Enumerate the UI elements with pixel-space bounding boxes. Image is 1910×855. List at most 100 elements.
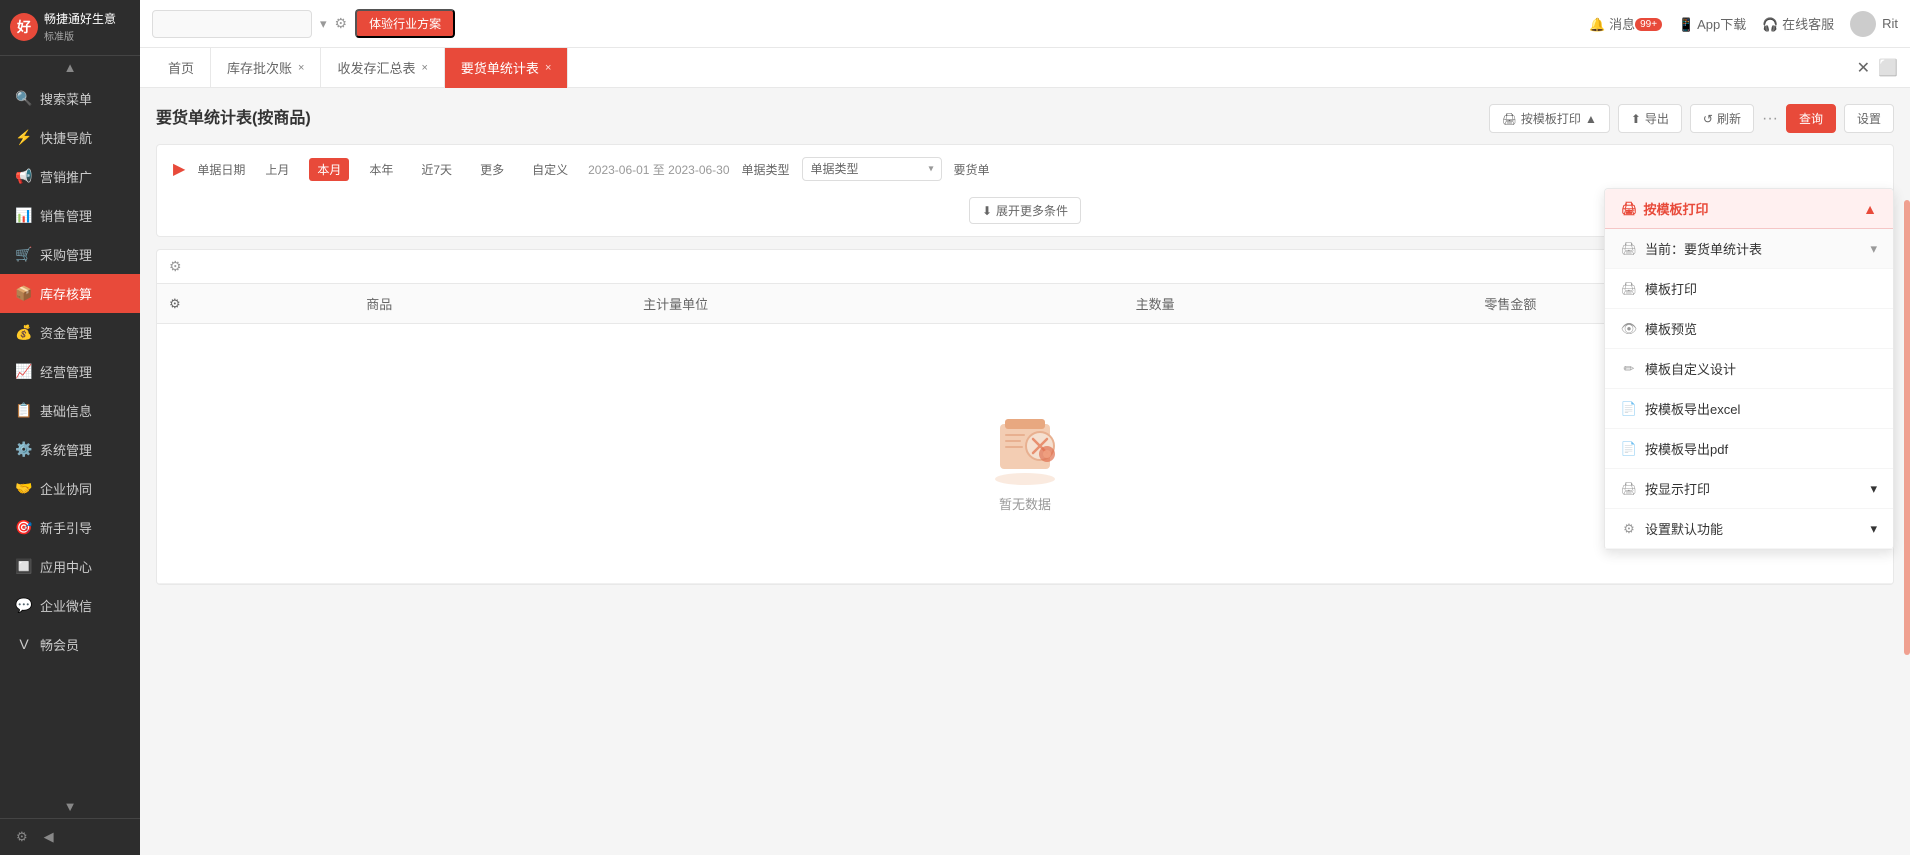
- user-name: Rit: [1882, 16, 1898, 31]
- dropdown-set-default[interactable]: ⚙ 设置默认功能 ▾: [1605, 509, 1893, 549]
- app-download-button[interactable]: 📱 App下载: [1678, 14, 1746, 33]
- date-this-month-btn[interactable]: 本月: [309, 158, 349, 181]
- purchase-icon: 🛒: [16, 246, 32, 262]
- table-settings-icon[interactable]: ⚙: [169, 258, 182, 275]
- date-last-month-btn[interactable]: 上月: [257, 158, 297, 181]
- topbar-search-input[interactable]: [152, 10, 312, 38]
- template-print-dropdown: 🖨 按模板打印 ▲ 🖨 当前：要货单统计表 ▾ 🖨 模板打印 👁 模板预览: [1604, 188, 1894, 550]
- tab-close-inventory-batch[interactable]: ×: [298, 62, 304, 74]
- action-bar: 🖨 按模板打印 ▲ ⬆ 导出 ↺ 刷新 ··· 查询 设置: [1489, 104, 1894, 133]
- display-print-icon: 🖨: [1621, 481, 1637, 497]
- date-this-year-btn[interactable]: 本年: [361, 158, 401, 181]
- sidebar-nav: 🔍 搜索菜单 ⚡ 快捷导航 📢 营销推广 📊 销售管理 🛒 采购管理 📦 库存核…: [0, 79, 140, 795]
- sidebar-bottom: ⚙ ◀: [0, 818, 140, 855]
- tab-home[interactable]: 首页: [152, 48, 211, 88]
- sidebar-item-vip[interactable]: V 畅会员: [0, 625, 140, 664]
- marketing-icon: 📢: [16, 168, 32, 184]
- tab-close-order-stats[interactable]: ×: [545, 62, 551, 74]
- sidebar-item-quick-nav[interactable]: ⚡ 快捷导航: [0, 118, 140, 157]
- template-preview-icon: 👁: [1621, 321, 1637, 337]
- filter-expand-icon[interactable]: ▶: [173, 159, 185, 179]
- messages-button[interactable]: 🔔 消息99+: [1589, 14, 1662, 33]
- operations-icon: 📈: [16, 363, 32, 379]
- window-maximize-icon[interactable]: ⬜: [1878, 58, 1898, 78]
- doc-type-select[interactable]: 单据类型: [802, 157, 942, 181]
- logo-icon: 好: [10, 13, 38, 41]
- topbar: ▾ ⚙ 体验行业方案 🔔 消息99+ 📱 App下载 🎧 在线客服 Rit: [140, 0, 1910, 48]
- sidebar-scroll-up[interactable]: ▲: [0, 56, 140, 79]
- topbar-dropdown-arrow[interactable]: ▾: [320, 16, 327, 32]
- template-print-button[interactable]: 🖨 按模板打印 ▲: [1489, 104, 1610, 133]
- template-design-icon: ✏: [1621, 361, 1637, 377]
- sidebar-item-basic-info[interactable]: 📋 基础信息: [0, 391, 140, 430]
- export-button[interactable]: ⬆ 导出: [1618, 104, 1682, 133]
- sidebar-item-app-center[interactable]: 🔲 应用中心: [0, 547, 140, 586]
- order-type-label: 要货单: [954, 161, 990, 178]
- empty-text: 暂无数据: [999, 494, 1051, 513]
- window-controls: ✕ ⬜: [1857, 58, 1898, 78]
- date-more-btn[interactable]: 更多: [472, 158, 512, 181]
- col-unit: 主计量单位: [631, 284, 1124, 324]
- sidebar-item-purchase[interactable]: 🛒 采购管理: [0, 235, 140, 274]
- refresh-button[interactable]: ↺ 刷新: [1690, 104, 1754, 133]
- date-custom-btn[interactable]: 自定义: [524, 158, 576, 181]
- date-7days-btn[interactable]: 近7天: [413, 158, 460, 181]
- sidebar-item-search[interactable]: 🔍 搜索菜单: [0, 79, 140, 118]
- dropdown-template-preview[interactable]: 👁 模板预览: [1605, 309, 1893, 349]
- sidebar-item-sales[interactable]: 📊 销售管理: [0, 196, 140, 235]
- finance-icon: 💰: [16, 324, 32, 340]
- sidebar-collapse-button[interactable]: ◀: [44, 829, 54, 845]
- topbar-gear-icon[interactable]: ⚙: [335, 15, 348, 32]
- user-menu[interactable]: Rit: [1850, 11, 1898, 37]
- dropdown-export-pdf[interactable]: 📄 按模板导出pdf: [1605, 429, 1893, 469]
- dropdown-template-print[interactable]: 🖨 模板打印: [1605, 269, 1893, 309]
- tab-close-receipt-summary[interactable]: ×: [421, 62, 427, 74]
- right-scrollbar[interactable]: [1904, 200, 1910, 655]
- current-template-arrow: ▾: [1870, 241, 1877, 257]
- sidebar-item-marketing[interactable]: 📢 营销推广: [0, 157, 140, 196]
- sidebar: 好 畅捷通好生意 标准版 ▲ 🔍 搜索菜单 ⚡ 快捷导航 📢 营销推广 📊 销售…: [0, 0, 140, 855]
- empty-illustration: [975, 394, 1075, 494]
- dropdown-export-excel[interactable]: 📄 按模板导出excel: [1605, 389, 1893, 429]
- tab-inventory-batch[interactable]: 库存批次账 ×: [211, 48, 321, 88]
- trial-button[interactable]: 体验行业方案: [355, 9, 455, 38]
- doc-type-select-wrapper: 单据类型: [802, 157, 942, 181]
- sidebar-logo: 好 畅捷通好生意 标准版: [0, 0, 140, 56]
- topbar-actions: 🔔 消息99+ 📱 App下载 🎧 在线客服 Rit: [1589, 11, 1898, 37]
- vip-icon: V: [16, 636, 32, 652]
- sidebar-item-guide[interactable]: 🎯 新手引导: [0, 508, 140, 547]
- logo-text: 畅捷通好生意 标准版: [44, 12, 116, 43]
- sidebar-item-wechat[interactable]: 💬 企业微信: [0, 586, 140, 625]
- window-close-icon[interactable]: ✕: [1857, 58, 1870, 78]
- expand-conditions-btn[interactable]: ⬇ 展开更多条件: [969, 197, 1081, 224]
- settings-button[interactable]: 设置: [1844, 104, 1894, 133]
- cooperation-icon: 🤝: [16, 480, 32, 496]
- sidebar-scroll-down[interactable]: ▼: [0, 795, 140, 818]
- sidebar-item-finance[interactable]: 💰 资金管理: [0, 313, 140, 352]
- sidebar-item-system[interactable]: ⚙️ 系统管理: [0, 430, 140, 469]
- tab-receipt-summary[interactable]: 收发存汇总表 ×: [321, 48, 444, 88]
- more-options-icon[interactable]: ···: [1762, 110, 1778, 128]
- dropdown-collapse-btn[interactable]: ▲: [1863, 201, 1877, 217]
- sidebar-item-inventory[interactable]: 📦 库存核算: [0, 274, 140, 313]
- col-settings: ⚙: [157, 284, 354, 324]
- app-center-icon: 🔲: [16, 558, 32, 574]
- search-icon: 🔍: [16, 90, 32, 106]
- sidebar-item-cooperation[interactable]: 🤝 企业协同: [0, 469, 140, 508]
- query-button[interactable]: 查询: [1786, 104, 1836, 133]
- filter-row-1: ▶ 单据日期 上月 本月 本年 近7天 更多 自定义 2023-06-01 至 …: [173, 157, 1877, 181]
- online-service-button[interactable]: 🎧 在线客服: [1762, 14, 1834, 33]
- basic-info-icon: 📋: [16, 402, 32, 418]
- tab-order-stats[interactable]: 要货单统计表 ×: [445, 48, 568, 88]
- dropdown-current-template[interactable]: 🖨 当前：要货单统计表 ▾: [1605, 229, 1893, 269]
- dropdown-header: 🖨 按模板打印 ▲: [1605, 189, 1893, 229]
- sidebar-settings-button[interactable]: ⚙: [16, 829, 28, 845]
- display-print-arrow: ▾: [1870, 481, 1877, 497]
- dropdown-template-design[interactable]: ✏ 模板自定义设计: [1605, 349, 1893, 389]
- dropdown-display-print[interactable]: 🖨 按显示打印 ▾: [1605, 469, 1893, 509]
- current-template-icon: 🖨: [1621, 241, 1637, 257]
- user-avatar: [1850, 11, 1876, 37]
- sidebar-item-operations[interactable]: 📈 经营管理: [0, 352, 140, 391]
- sales-icon: 📊: [16, 207, 32, 223]
- content-area: 要货单统计表(按商品) 🖨 按模板打印 ▲ ⬆ 导出 ↺ 刷新 ··· 查询 设…: [140, 88, 1910, 855]
